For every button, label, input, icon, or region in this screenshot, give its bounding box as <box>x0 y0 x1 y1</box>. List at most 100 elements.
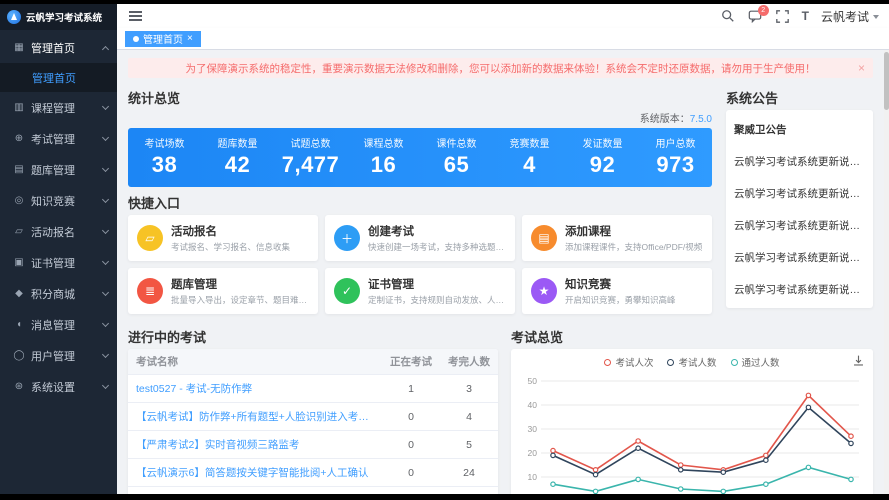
sidebar-item-settings[interactable]: ⊛ 系统设置 <box>0 371 117 402</box>
stats-bar: 考试场数 38 题库数量 42 试题总数 7,477 课程总数 16 课件总数 65 竞赛… <box>128 128 712 187</box>
settings-icon: ⊛ <box>14 381 24 392</box>
username: 云帆考试 <box>820 9 869 24</box>
quick-card-add-course[interactable]: ▤ 添加课程 添加课程课件，支持Office/PDF/视频 <box>522 215 712 261</box>
legend-marker <box>604 358 612 366</box>
font-size-icon[interactable]: T <box>802 9 809 23</box>
download-icon[interactable] <box>852 354 865 372</box>
exam-name-link[interactable]: 【云帆演示7】简答题按关键字智能批阅 <box>128 486 382 494</box>
col-finished: 考完人数 <box>440 349 498 375</box>
chevron-down-icon <box>101 195 110 204</box>
legend-exam-people[interactable]: 考试人数 <box>667 355 717 369</box>
announcements-card: 聚威卫公告 云帆学习考试系统更新说明... 云帆学习考试系统更新说明... 云帆… <box>726 110 873 308</box>
exam-overview-card: 考试人次 考试人数 通过人数 10 20 30 40 50 <box>511 349 873 494</box>
sidebar-menu: ▦ 管理首页 管理首页 ▥ 课程管理 ⊕ 考试管理 ▤ 题库管理 ◎ 知识竞赛 … <box>0 30 117 494</box>
sidebar-item-courses[interactable]: ▥ 课程管理 <box>0 92 117 123</box>
bank-icon: ≣ <box>137 278 163 304</box>
announcement-item[interactable]: 云帆学习考试系统更新说明... <box>734 145 865 177</box>
quick-card-question-bank[interactable]: ≣ 题库管理 批量导入导出，设定章节、题目难易程度 <box>128 268 318 314</box>
message-icon: ◖ <box>15 319 23 330</box>
col-exam-name: 考试名称 <box>128 349 382 375</box>
table-row: 【云帆演示6】简答题按关键字智能批阅+人工确认 0 24 <box>128 458 498 487</box>
tab-dashboard[interactable]: 管理首页 <box>125 30 201 47</box>
sidebar-item-signup[interactable]: ▱ 活动报名 <box>0 216 117 247</box>
sidebar-item-users[interactable]: ◯ 用户管理 <box>0 340 117 371</box>
screen: 云帆学习考试系统 ▦ 管理首页 管理首页 ▥ 课程管理 ⊕ 考试管理 ▤ 题库管… <box>0 0 889 500</box>
chevron-down-icon <box>101 102 110 111</box>
stat-question-count: 试题总数 7,477 <box>281 139 340 177</box>
sidebar-item-messages[interactable]: ◖ 消息管理 <box>0 309 117 340</box>
user-menu[interactable]: 云帆考试 <box>821 8 879 25</box>
announcements-column: 系统公告 聚威卫公告 云帆学习考试系统更新说明... 云帆学习考试系统更新说明.… <box>726 84 873 314</box>
chart-area: 10 20 30 40 50 <box>519 371 865 494</box>
search-icon[interactable] <box>721 9 736 24</box>
certificate-icon: ▣ <box>14 257 24 268</box>
exam-overview-title: 考试总览 <box>511 330 564 345</box>
user-icon: ◯ <box>13 350 25 361</box>
quick-card-create-exam[interactable]: ＋ 创建考试 快速创建一场考试，支持多种选题方式 <box>325 215 515 261</box>
dashboard-submenu: 管理首页 <box>0 63 117 92</box>
exam-icon: ⊕ <box>14 133 24 144</box>
question-bank-icon: ▤ <box>14 164 24 175</box>
scrollbar-thumb[interactable] <box>884 52 889 110</box>
sidebar-item-exams[interactable]: ⊕ 考试管理 <box>0 123 117 154</box>
message-bell-icon[interactable]: 2 <box>748 4 769 24</box>
signup-icon: ▱ <box>15 226 23 237</box>
sidebar-item-certificates[interactable]: ▣ 证书管理 <box>0 247 117 278</box>
create-exam-icon: ＋ <box>334 225 360 251</box>
chevron-down-icon <box>101 288 110 297</box>
svg-text:30: 30 <box>528 424 538 434</box>
tab-close-icon[interactable] <box>187 34 193 44</box>
overview-column: 统计总览 系统版本：7.5.0 考试场数 38 题库数量 42 试题总数 7,477 … <box>128 84 712 314</box>
chevron-down-icon <box>101 164 110 173</box>
svg-text:40: 40 <box>528 400 538 410</box>
hamburger-icon[interactable] <box>129 15 142 17</box>
overview-title: 统计总览 <box>128 91 181 106</box>
quick-card-contest[interactable]: ★ 知识竞赛 开启知识竞赛，勇攀知识高峰 <box>522 268 712 314</box>
caret-down-icon <box>873 14 879 19</box>
main-area: 2 T 云帆考试 管理首页 × 为了保障演示系统的稳定性，重要演示数据无法修改和… <box>117 4 889 494</box>
banner-close-icon[interactable] <box>858 62 865 74</box>
demo-notice-banner: 为了保障演示系统的稳定性，重要演示数据无法修改和删除，您可以添加新的数据来体验！… <box>128 58 873 78</box>
home-icon: ▦ <box>14 42 24 53</box>
sidebar-item-contest[interactable]: ◎ 知识竞赛 <box>0 185 117 216</box>
chevron-up-icon <box>101 45 110 53</box>
announcement-item[interactable]: 云帆学习考试系统更新说明... <box>734 241 865 273</box>
announcement-item[interactable]: 云帆学习考试系统更新说明... <box>734 273 865 305</box>
sidebar-item-question-bank[interactable]: ▤ 题库管理 <box>0 154 117 185</box>
sidebar-item-points-mall[interactable]: ◆ 积分商城 <box>0 278 117 309</box>
exam-name-link[interactable]: 【云帆考试】防作弊+所有题型+人脸识别进入考试 - 考试 <box>128 402 382 431</box>
quick-card-certificate[interactable]: ✓ 证书管理 定制证书，支持规则自动发放、人工颁发 <box>325 268 515 314</box>
exam-overview-section: 考试总览 考试人次 考试人数 通过人数 10 20 30 40 50 <box>511 323 873 494</box>
announcement-item[interactable]: 云帆学习考试系统更新说明... <box>734 177 865 209</box>
fullscreen-icon[interactable] <box>775 9 790 24</box>
announcements-title: 系统公告 <box>726 91 779 106</box>
table-row: 【云帆考试】防作弊+所有题型+人脸识别进入考试 - 考试 0 4 <box>128 402 498 431</box>
stat-user-count: 用户总数 973 <box>655 139 696 177</box>
main-content: 为了保障演示系统的稳定性，重要演示数据无法修改和删除，您可以添加新的数据来体验！… <box>117 50 889 494</box>
sidebar-subitem-dashboard[interactable]: 管理首页 <box>0 63 117 92</box>
table-row: test0527 - 考试-无防作弊 1 3 <box>128 374 498 403</box>
announcement-item[interactable]: 云帆学习考试系统更新说明... <box>734 209 865 241</box>
table-row: 【云帆演示7】简答题按关键字智能批阅 0 18 <box>128 486 498 494</box>
stat-certificate-count: 发证数量 92 <box>582 139 623 177</box>
quick-card-signup[interactable]: ▱ 活动报名 考试报名、学习报名、信息收集 <box>128 215 318 261</box>
announcement-item[interactable]: 聚威卫公告 <box>734 113 865 145</box>
add-course-icon: ▤ <box>531 225 557 251</box>
sidebar-item-dashboard[interactable]: ▦ 管理首页 <box>0 32 117 63</box>
quick-entry-title: 快捷入口 <box>128 196 181 211</box>
course-icon: ▥ <box>14 102 24 113</box>
stat-bank-count: 题库数量 42 <box>217 139 258 177</box>
exam-name-link[interactable]: 【严肃考试2】实时音视频三路监考 <box>128 430 382 459</box>
system-version: 系统版本：7.5.0 <box>639 114 712 125</box>
tab-active-dot <box>133 35 139 42</box>
exam-overview-chart: 10 20 30 40 50 <box>528 376 859 494</box>
stat-courseware-count: 课件总数 65 <box>436 139 477 177</box>
contest-icon: ◎ <box>14 195 24 206</box>
exam-name-link[interactable]: test0527 - 考试-无防作弊 <box>128 374 382 403</box>
legend-passed-people[interactable]: 通过人数 <box>730 355 780 369</box>
legend-marker <box>730 358 738 366</box>
ongoing-exams-title: 进行中的考试 <box>128 330 207 345</box>
exam-name-link[interactable]: 【云帆演示6】简答题按关键字智能批阅+人工确认 <box>128 458 382 487</box>
stat-course-count: 课程总数 16 <box>363 139 404 177</box>
legend-exam-attempts[interactable]: 考试人次 <box>604 355 653 369</box>
